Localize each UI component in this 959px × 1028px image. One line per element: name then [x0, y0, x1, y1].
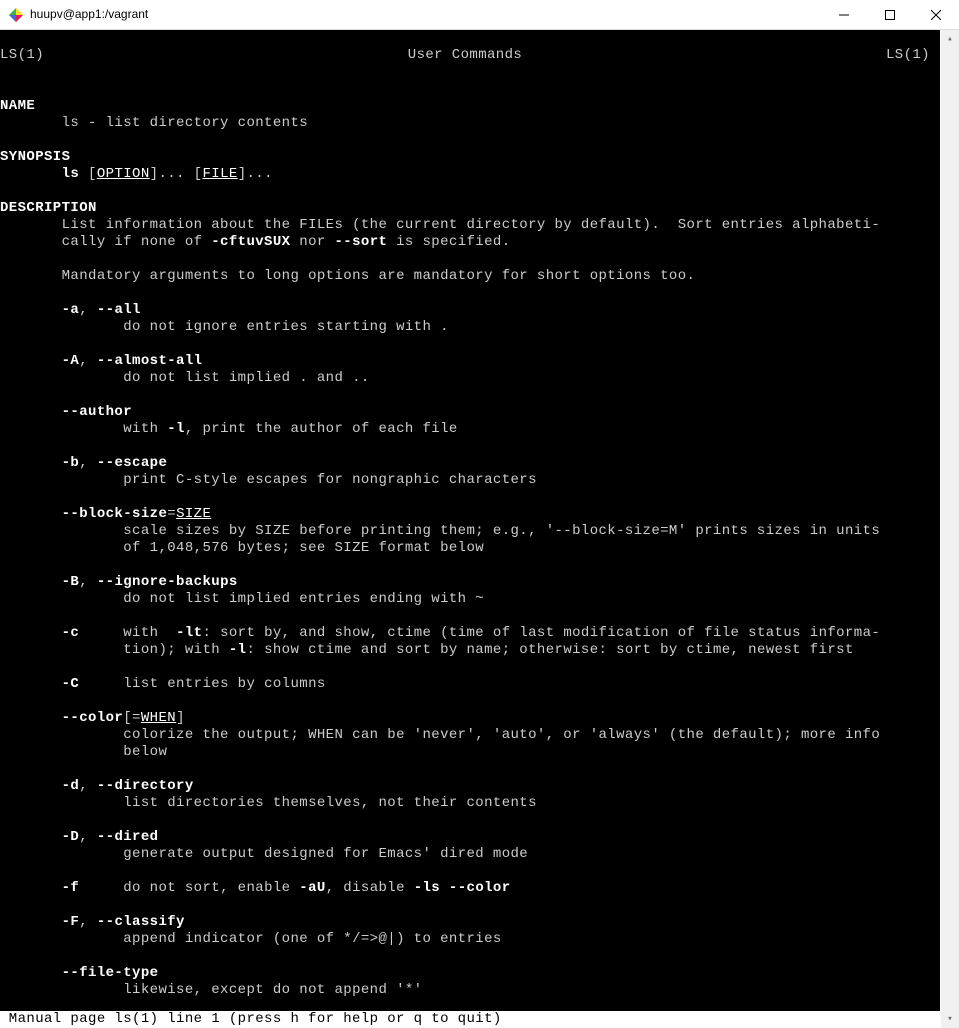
desc-mandatory: Mandatory arguments to long options are … — [62, 268, 696, 284]
opt-d-flag: -d — [62, 778, 80, 794]
scroll-up-icon[interactable]: ▴ — [941, 30, 959, 48]
opt-f-flag: -f — [62, 880, 80, 896]
name-line: ls - list directory contents — [62, 115, 308, 131]
man-header-right: LS(1) — [886, 47, 930, 64]
opt-F-flag: -F — [62, 914, 80, 930]
opt-c-desc2: : show ctime and sort by name; otherwise… — [246, 642, 853, 658]
opt-blocksize-long: --block-size — [62, 506, 168, 522]
opt-color-arg: WHEN — [141, 710, 176, 726]
window-titlebar: huupv@app1:/vagrant — [0, 0, 959, 30]
opt-d-long: --directory — [97, 778, 194, 794]
close-button[interactable] — [913, 0, 959, 30]
opt-A-flag: -A — [62, 353, 80, 369]
opt-a-long: --all — [97, 302, 141, 318]
opt-D-desc: generate output designed for Emacs' dire… — [123, 846, 528, 862]
opt-D-flag: -D — [62, 829, 80, 845]
man-header-left: LS(1) — [0, 47, 44, 64]
app-icon — [8, 7, 24, 23]
section-description: DESCRIPTION — [0, 200, 97, 216]
manpage-content: LS(1) User Commands LS(1) NAME ls - list d… — [0, 30, 940, 1028]
opt-B-desc: do not list implied entries ending with … — [123, 591, 484, 607]
opt-A-long: --almost-all — [97, 353, 203, 369]
opt-blocksize-arg: SIZE — [176, 506, 211, 522]
opt-blocksize-desc1: scale sizes by SIZE before printing them… — [123, 523, 880, 539]
opt-a-desc: do not ignore entries starting with . — [123, 319, 449, 335]
opt-D-long: --dired — [97, 829, 159, 845]
opt-A-desc: do not list implied . and .. — [123, 370, 369, 386]
opt-F-desc: append indicator (one of */=>@|) to entr… — [123, 931, 501, 947]
section-name: NAME — [0, 98, 35, 114]
pager-statusline: Manual page ls(1) line 1 (press h for he… — [0, 1011, 940, 1028]
opt-C-flag: -C — [62, 676, 80, 692]
man-header-center: User Commands — [408, 47, 522, 64]
opt-d-desc: list directories themselves, not their c… — [123, 795, 537, 811]
terminal-viewport[interactable]: LS(1) User Commands LS(1) NAME ls - list d… — [0, 30, 940, 1028]
opt-color-long: --color — [62, 710, 124, 726]
window-controls — [821, 0, 959, 30]
opt-author-long: --author — [62, 404, 132, 420]
synopsis-option: OPTION — [97, 166, 150, 182]
desc-line-1b-pre: cally if none of — [62, 234, 212, 250]
opt-b-flag: -b — [62, 455, 80, 471]
opt-B-flag: -B — [62, 574, 80, 590]
section-synopsis: SYNOPSIS — [0, 149, 70, 165]
opt-author-desc: , print the author of each file — [185, 421, 458, 437]
vertical-scrollbar[interactable]: ▴ ▾ — [941, 30, 959, 1028]
minimize-button[interactable] — [821, 0, 867, 30]
opt-c-flag: -c — [62, 625, 80, 641]
opt-b-long: --escape — [97, 455, 167, 471]
desc-bold-sort: --sort — [334, 234, 387, 250]
opt-color-desc2: below — [123, 744, 167, 760]
opt-c-desc1: : sort by, and show, ctime (time of last… — [202, 625, 880, 641]
opt-a-flag: -a — [62, 302, 80, 318]
opt-C-desc: list entries by columns — [123, 676, 325, 692]
opt-color-desc1: colorize the output; WHEN can be 'never'… — [123, 727, 880, 743]
opt-f-desc: -ls --color — [414, 880, 511, 896]
opt-blocksize-desc2: of 1,048,576 bytes; see SIZE format belo… — [123, 540, 484, 556]
scroll-down-icon[interactable]: ▾ — [941, 1010, 959, 1028]
desc-bold-cftuv: -cftuvSUX — [211, 234, 290, 250]
window-title: huupv@app1:/vagrant — [30, 6, 148, 23]
maximize-button[interactable] — [867, 0, 913, 30]
opt-filetype-desc: likewise, except do not append '*' — [123, 982, 422, 998]
synopsis-file: FILE — [202, 166, 237, 182]
opt-filetype-long: --file-type — [62, 965, 159, 981]
synopsis-cmd: ls — [62, 166, 80, 182]
opt-b-desc: print C-style escapes for nongraphic cha… — [123, 472, 537, 488]
opt-B-long: --ignore-backups — [97, 574, 238, 590]
opt-F-long: --classify — [97, 914, 185, 930]
desc-line-1a: List information about the FILEs (the cu… — [62, 217, 881, 233]
